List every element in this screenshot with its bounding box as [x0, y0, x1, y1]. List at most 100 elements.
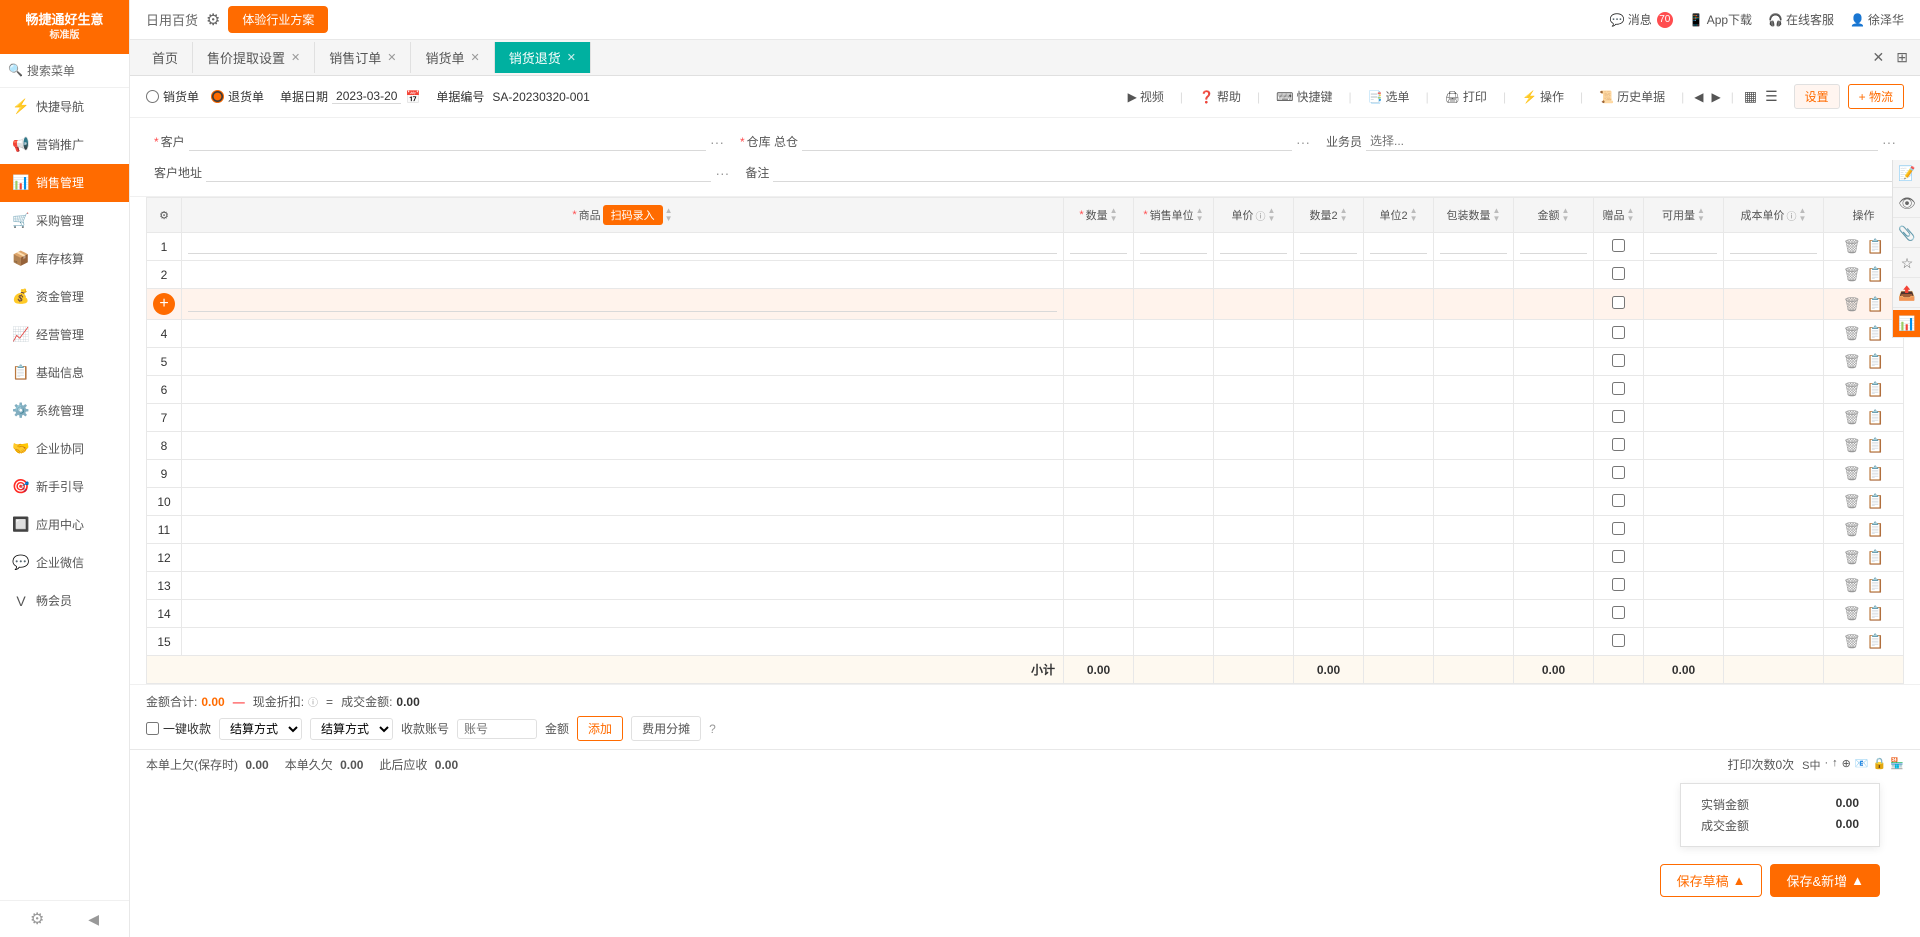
row-1-quantity[interactable]	[1064, 233, 1134, 261]
sidebar-item-inventory[interactable]: 📦 库存核算	[0, 240, 129, 278]
view-list-icon[interactable]: ☰	[1765, 88, 1778, 105]
row-1-copy-btn[interactable]: 📋	[1867, 238, 1884, 255]
add-row-available[interactable]	[1644, 289, 1724, 320]
select-btn[interactable]: 📑 选单	[1362, 85, 1416, 108]
add-row-package-qty[interactable]	[1434, 289, 1514, 320]
row-10-delete-btn[interactable]: 🗑	[1843, 493, 1861, 510]
nav-next-icon[interactable]: ▶	[1711, 90, 1720, 104]
row-14-copy-btn[interactable]: 📋	[1867, 605, 1884, 622]
row-15-delete-btn[interactable]: 🗑	[1843, 633, 1861, 650]
row-1-sales-unit[interactable]	[1134, 233, 1214, 261]
right-panel-btn-1[interactable]: 📝	[1893, 160, 1920, 188]
close-tab-button[interactable]: ✕	[1869, 47, 1889, 68]
sidebar-item-member[interactable]: V 畅会员	[0, 582, 129, 620]
tab-sales-delivery[interactable]: 销货单 ✕	[411, 42, 494, 73]
add-row-unit2[interactable]	[1364, 289, 1434, 320]
address-dots[interactable]: ···	[715, 165, 729, 181]
add-row-quantity2[interactable]	[1294, 289, 1364, 320]
row-13-copy-btn[interactable]: 📋	[1867, 577, 1884, 594]
add-row-amount[interactable]	[1514, 289, 1594, 320]
row-1-unit-price[interactable]	[1214, 233, 1294, 261]
trial-button[interactable]: 体验行业方案	[228, 6, 328, 33]
message-icon-item[interactable]: 💬 消息 70	[1610, 11, 1673, 28]
row-13-delete-btn[interactable]: 🗑	[1843, 577, 1861, 594]
row-1-unit2[interactable]	[1364, 233, 1434, 261]
calc-method-select[interactable]: 结算方式	[310, 718, 393, 740]
add-row-button[interactable]: +	[153, 293, 175, 315]
online-service-item[interactable]: 🎧 在线客服	[1768, 11, 1834, 28]
tab-sales-order-close[interactable]: ✕	[387, 51, 396, 64]
row-2-quantity[interactable]	[1064, 261, 1134, 289]
maximize-tab-button[interactable]: ⊞	[1892, 47, 1912, 68]
sidebar-item-finance[interactable]: 💰 资金管理	[0, 278, 129, 316]
customer-dots[interactable]: ···	[710, 134, 724, 150]
row-2-package-qty[interactable]	[1434, 261, 1514, 289]
plus-circle-icon[interactable]: ⊕	[1842, 757, 1851, 773]
radio-return[interactable]: 退货单	[211, 88, 264, 105]
sidebar-item-sales[interactable]: 📊 销售管理	[0, 164, 129, 202]
sidebar-item-wechat[interactable]: 💬 企业微信	[0, 544, 129, 582]
save-new-button[interactable]: 保存&新增 ▲	[1770, 864, 1880, 897]
search-menu-item[interactable]: 🔍 搜索菜单	[0, 54, 129, 88]
row-12-copy-btn[interactable]: 📋	[1867, 549, 1884, 566]
row-11-copy-btn[interactable]: 📋	[1867, 521, 1884, 538]
upload-icon[interactable]: ↑	[1832, 757, 1838, 773]
row-7-copy-btn[interactable]: 📋	[1867, 409, 1884, 426]
right-panel-btn-3[interactable]: 📎	[1893, 220, 1920, 248]
tab-sales-return-close[interactable]: ✕	[567, 51, 576, 64]
row-5-copy-btn[interactable]: 📋	[1867, 353, 1884, 370]
sidebar-item-system[interactable]: ⚙️ 系统管理	[0, 392, 129, 430]
row-2-cost-price[interactable]	[1724, 261, 1824, 289]
row-8-delete-btn[interactable]: 🗑	[1843, 437, 1861, 454]
salesperson-input[interactable]	[1366, 132, 1878, 151]
save-draft-button[interactable]: 保存草稿 ▲	[1660, 864, 1763, 897]
salesperson-dots[interactable]: ···	[1882, 134, 1896, 150]
lock-icon[interactable]: 🔒	[1873, 757, 1887, 773]
add-row-gift[interactable]	[1594, 289, 1644, 320]
sidebar-item-marketing[interactable]: 📢 营销推广	[0, 126, 129, 164]
row-7-delete-btn[interactable]: 🗑	[1843, 409, 1861, 426]
sidebar-item-partner[interactable]: 🤝 企业协同	[0, 430, 129, 468]
add-row-copy-btn[interactable]: 📋	[1867, 296, 1884, 313]
one-click-checkbox[interactable]	[146, 722, 159, 735]
row-2-available[interactable]	[1644, 261, 1724, 289]
settings-bottom-icon[interactable]: ⚙	[30, 909, 44, 929]
add-row-plus[interactable]: +	[147, 289, 182, 320]
row-1-gift[interactable]	[1594, 233, 1644, 261]
row-2-unit2[interactable]	[1364, 261, 1434, 289]
sidebar-item-operation[interactable]: 📈 经营管理	[0, 316, 129, 354]
customer-input[interactable]	[189, 132, 706, 151]
row-1-available[interactable]	[1644, 233, 1724, 261]
video-btn[interactable]: ▶ 视频	[1122, 85, 1170, 108]
tab-sales-return[interactable]: 销货退货 ✕	[495, 42, 591, 73]
user-profile-item[interactable]: 👤 徐泽华	[1850, 11, 1904, 28]
collapse-icon[interactable]: ◀	[88, 911, 99, 928]
row-1-amount[interactable]	[1514, 233, 1594, 261]
col-settings-header[interactable]: ⚙	[147, 198, 182, 233]
print-btn[interactable]: 🖨 打印	[1439, 85, 1493, 108]
sidebar-item-guide[interactable]: 🎯 新手引导	[0, 468, 129, 506]
fee-split-button[interactable]: 费用分摊	[631, 716, 701, 741]
row-5-delete-btn[interactable]: 🗑	[1843, 353, 1861, 370]
row-8-copy-btn[interactable]: 📋	[1867, 437, 1884, 454]
operate-btn[interactable]: ⚡ 操作	[1516, 85, 1570, 108]
row-15-copy-btn[interactable]: 📋	[1867, 633, 1884, 650]
row-1-package-qty[interactable]	[1434, 233, 1514, 261]
doc-date-value[interactable]: 2023-03-20	[332, 89, 401, 104]
gear-icon[interactable]: ⚙	[206, 10, 220, 30]
row-6-copy-btn[interactable]: 📋	[1867, 381, 1884, 398]
row-2-amount[interactable]	[1514, 261, 1594, 289]
row-2-copy-btn[interactable]: 📋	[1867, 266, 1884, 283]
add-row-quantity[interactable]	[1064, 289, 1134, 320]
right-panel-btn-5[interactable]: 📤	[1893, 280, 1920, 308]
row-2-gift[interactable]	[1594, 261, 1644, 289]
row-1-delete-btn[interactable]: 🗑	[1843, 238, 1861, 255]
right-panel-btn-6[interactable]: 📊	[1893, 310, 1920, 338]
row-12-delete-btn[interactable]: 🗑	[1843, 549, 1861, 566]
one-click-collection-checkbox[interactable]: 一键收款	[146, 720, 211, 737]
add-row-unit-price[interactable]	[1214, 289, 1294, 320]
row-4-delete-btn[interactable]: 🗑	[1843, 325, 1861, 342]
account-input[interactable]	[457, 719, 537, 739]
address-input[interactable]	[206, 163, 711, 182]
app-download-item[interactable]: 📱 App下载	[1689, 11, 1752, 28]
